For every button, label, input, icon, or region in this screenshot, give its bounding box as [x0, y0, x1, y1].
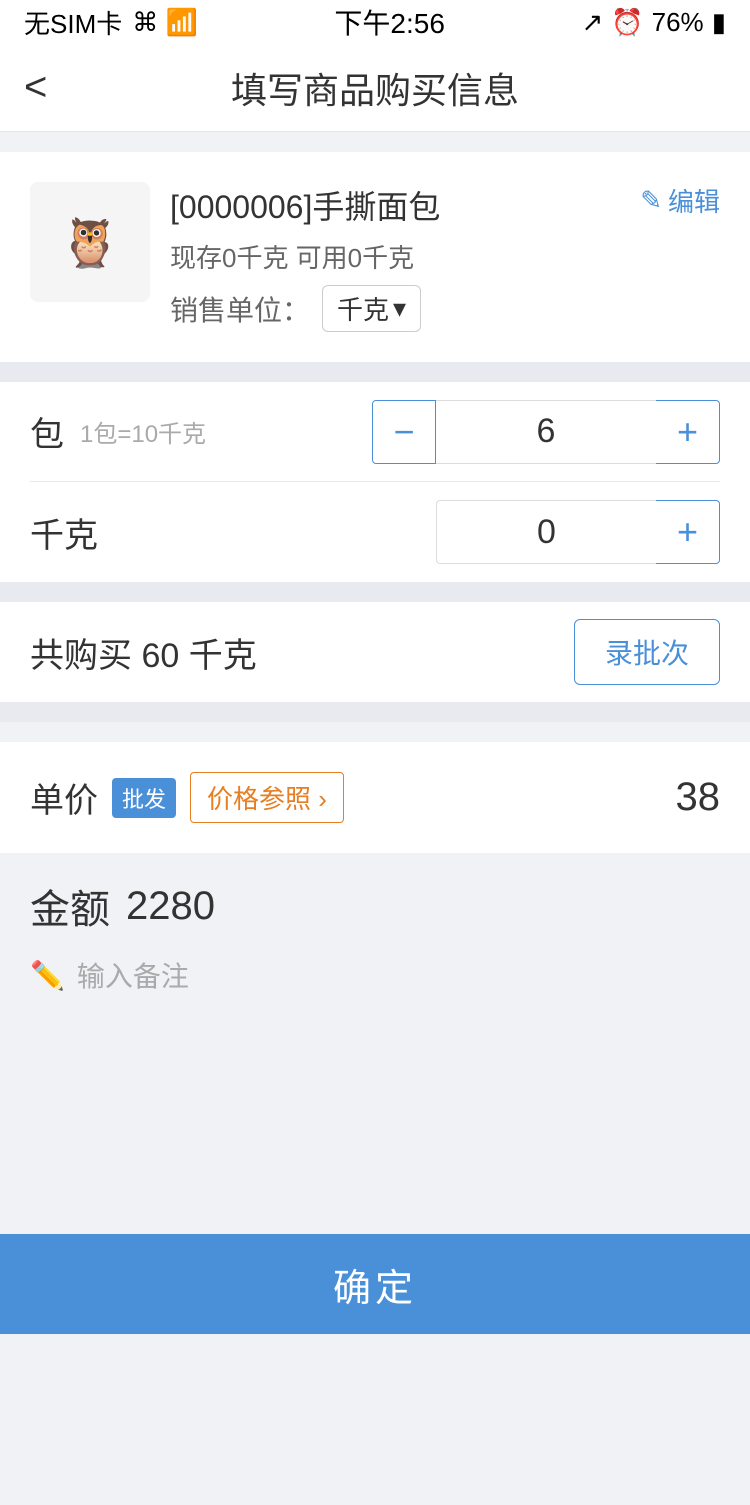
- kg-input-row: 千克 +: [30, 482, 720, 582]
- carrier-text: 无SIM卡: [24, 4, 122, 41]
- separator-3: [0, 702, 750, 722]
- kg-plus-button[interactable]: +: [656, 500, 720, 564]
- bag-hint: 1包=10千克: [80, 414, 206, 449]
- total-text: 共购买 60 千克: [30, 628, 257, 677]
- bag-minus-button[interactable]: −: [372, 400, 436, 464]
- bag-label-group: 包 1包=10千克: [30, 407, 206, 456]
- kg-label: 千克: [30, 508, 98, 557]
- bag-quantity-input[interactable]: [436, 400, 656, 464]
- amount-value: 2280: [126, 884, 215, 929]
- status-right: ↗ ⏰ 76% ▮: [581, 7, 726, 38]
- amount-section: 金额 2280 ✏️ 输入备注: [0, 853, 750, 1005]
- edit-label: 编辑: [668, 182, 720, 219]
- unit-value: 千克: [337, 290, 389, 327]
- alarm-icon: ⏰: [611, 7, 643, 38]
- price-value: 38: [676, 775, 721, 820]
- separator-1: [0, 362, 750, 382]
- edit-button[interactable]: ✎ 编辑: [640, 182, 720, 219]
- edit-icon: ✎: [640, 185, 662, 216]
- status-bar: 无SIM卡 ⌘ 📶 下午2:56 ↗ ⏰ 76% ▮: [0, 0, 750, 44]
- product-card: 🦉 [0000006]手撕面包 现存0千克 可用0千克 销售单位： 千克 ▾ ✎…: [0, 152, 750, 362]
- input-section: 包 1包=10千克 − + 千克 +: [0, 382, 750, 582]
- product-stock: 现存0千克 可用0千克: [170, 238, 720, 275]
- page-title: 填写商品购买信息: [231, 62, 519, 114]
- price-section: 单价 批发 价格参照 › 38: [0, 742, 750, 853]
- note-placeholder: 输入备注: [77, 955, 189, 995]
- product-image: 🦉: [30, 182, 150, 302]
- product-logo: 🦉: [60, 214, 120, 271]
- pencil-icon: ✏️: [30, 959, 65, 992]
- status-left: 无SIM卡 ⌘ 📶: [24, 4, 198, 41]
- total-section: 共购买 60 千克 录批次: [0, 602, 750, 702]
- battery-text: 76%: [652, 7, 704, 38]
- wifi-icon: ⌘ 📶: [132, 7, 198, 38]
- confirm-button[interactable]: 确定: [0, 1234, 750, 1334]
- product-info: [0000006]手撕面包 现存0千克 可用0千克 销售单位： 千克 ▾: [170, 182, 720, 332]
- price-left: 单价 批发 价格参照 ›: [30, 772, 344, 823]
- price-tag: 批发: [112, 778, 176, 818]
- bag-controls: − +: [372, 400, 720, 464]
- battery-icon: ▮: [712, 7, 726, 38]
- kg-controls: +: [436, 500, 720, 564]
- note-row[interactable]: ✏️ 输入备注: [30, 955, 720, 995]
- product-unit-row: 销售单位： 千克 ▾: [170, 285, 720, 332]
- bag-input-row: 包 1包=10千克 − +: [30, 382, 720, 482]
- nav-bar: < 填写商品购买信息: [0, 44, 750, 132]
- unit-label: 销售单位：: [170, 289, 310, 329]
- price-label: 单价: [30, 773, 98, 822]
- batch-button[interactable]: 录批次: [574, 619, 720, 685]
- amount-label: 金额: [30, 877, 110, 935]
- product-name: [0000006]手撕面包: [170, 182, 720, 228]
- unit-dropdown[interactable]: 千克 ▾: [322, 285, 421, 332]
- bag-label: 包: [30, 407, 64, 456]
- location-icon: ↗: [581, 7, 603, 38]
- dropdown-arrow: ▾: [393, 293, 406, 324]
- kg-quantity-input[interactable]: [436, 500, 656, 564]
- status-time: 下午2:56: [334, 2, 445, 42]
- price-ref-button[interactable]: 价格参照 ›: [190, 772, 344, 823]
- separator-2: [0, 582, 750, 602]
- amount-row: 金额 2280: [30, 877, 720, 935]
- bag-plus-button[interactable]: +: [656, 400, 720, 464]
- back-button[interactable]: <: [24, 65, 47, 110]
